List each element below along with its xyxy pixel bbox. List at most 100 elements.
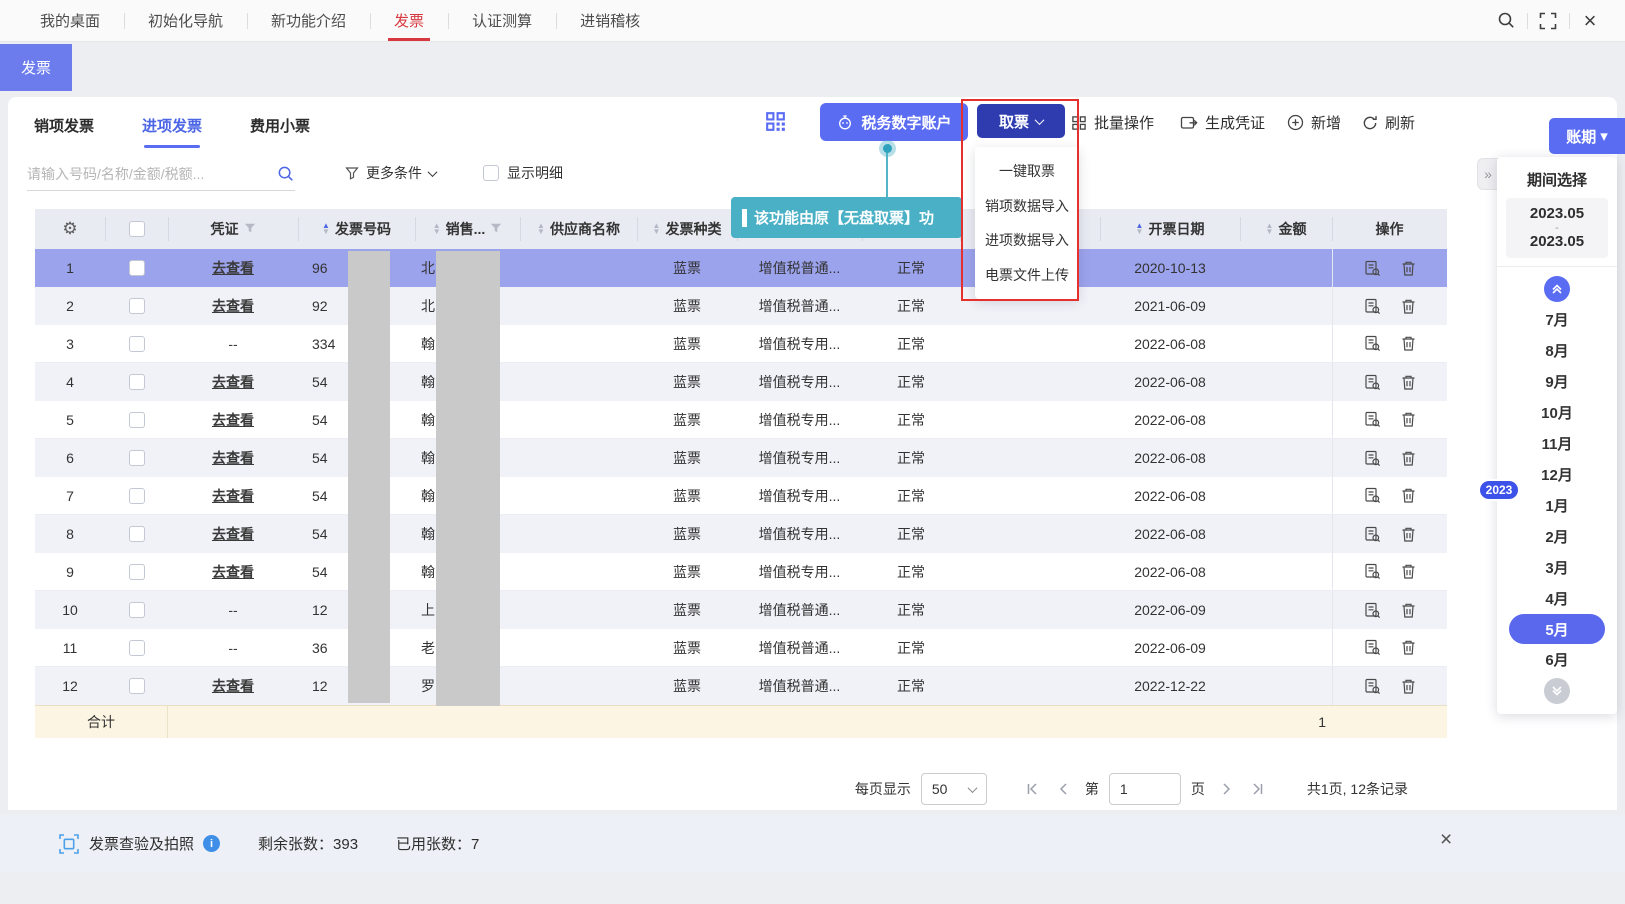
- view-voucher-icon[interactable]: [1364, 526, 1381, 543]
- page-number-input[interactable]: [1108, 773, 1181, 805]
- delete-icon[interactable]: [1401, 639, 1416, 656]
- row-checkbox[interactable]: [128, 563, 145, 580]
- dropdown-menu-item[interactable]: 销项数据导入: [975, 196, 1079, 216]
- row-checkbox[interactable]: [128, 411, 145, 428]
- tax-digital-account-button[interactable]: 税务数字账户: [820, 103, 968, 141]
- more-conditions-button[interactable]: 更多条件: [345, 163, 438, 183]
- last-page-icon[interactable]: [1247, 778, 1269, 800]
- search-input[interactable]: [27, 165, 277, 182]
- row-checkbox[interactable]: [128, 374, 145, 390]
- dropdown-menu-item[interactable]: 一键取票: [975, 161, 1079, 181]
- filter-funnel-icon[interactable]: [244, 221, 256, 237]
- sort-icons[interactable]: ▲ ▼: [1266, 222, 1274, 236]
- table-row[interactable]: 11 -- 36 老 蓝票 增值税普通... 正常 2022-06-09: [35, 629, 1447, 667]
- delete-icon[interactable]: [1401, 335, 1416, 352]
- first-page-icon[interactable]: [1021, 778, 1043, 800]
- voucher-link[interactable]: 去查看: [212, 676, 254, 696]
- row-checkbox[interactable]: [128, 526, 145, 542]
- col-invoice-kind[interactable]: ▲ ▼ 发票种类: [637, 209, 737, 249]
- month-item[interactable]: 6月: [1509, 644, 1605, 675]
- row-checkbox[interactable]: [128, 450, 145, 466]
- nav-tab[interactable]: 初始化导航 ×: [124, 0, 247, 41]
- view-voucher-icon[interactable]: [1364, 335, 1381, 352]
- show-detail-toggle[interactable]: 显示明细: [483, 163, 563, 183]
- view-voucher-icon[interactable]: [1364, 639, 1381, 656]
- nav-tab[interactable]: 发票 ×: [370, 0, 448, 41]
- voucher-link[interactable]: 去查看: [212, 448, 254, 468]
- delete-icon[interactable]: [1401, 526, 1416, 543]
- col-issue-date[interactable]: ▲ ▼ 开票日期: [1100, 209, 1240, 249]
- refresh-button[interactable]: 刷新: [1362, 112, 1415, 133]
- voucher-link[interactable]: 去查看: [212, 524, 254, 544]
- col-voucher[interactable]: 凭证: [168, 209, 298, 249]
- table-row[interactable]: 12 去查看 12 罗 蓝票 增值税普通... 正常 2022-12-22: [35, 667, 1447, 705]
- view-voucher-icon[interactable]: [1364, 411, 1381, 428]
- table-row[interactable]: 4 去查看 54 翰 蓝票 增值税专用... 正常 2022-06-08: [35, 363, 1447, 401]
- info-icon[interactable]: i: [203, 835, 221, 852]
- period-button[interactable]: 账期 ▾: [1549, 118, 1625, 154]
- month-item[interactable]: 7月: [1509, 304, 1605, 335]
- table-row[interactable]: 1 去查看 96 北 蓝票 增值税普通... 正常 2020-10-13: [35, 249, 1447, 287]
- search-icon[interactable]: [277, 165, 295, 183]
- month-item[interactable]: 1月: [1509, 490, 1605, 521]
- sort-icons[interactable]: ▲ ▼: [1136, 222, 1144, 236]
- table-row[interactable]: 9 去查看 54 翰 蓝票 增值税专用... 正常 2022-06-08: [35, 553, 1447, 591]
- view-voucher-icon[interactable]: [1364, 602, 1381, 619]
- month-item[interactable]: 3月: [1509, 552, 1605, 583]
- voucher-link[interactable]: --: [228, 336, 237, 352]
- view-voucher-icon[interactable]: [1364, 450, 1381, 467]
- per-page-select[interactable]: 50: [920, 773, 987, 805]
- qr-code-icon[interactable]: [763, 109, 788, 134]
- content-tab[interactable]: 进项发票: [140, 105, 204, 150]
- next-page-icon[interactable]: [1215, 778, 1237, 800]
- delete-icon[interactable]: [1401, 298, 1416, 315]
- table-row[interactable]: 6 去查看 54 翰 蓝票 增值税专用... 正常 2022-06-08: [35, 439, 1447, 477]
- view-voucher-icon[interactable]: [1364, 563, 1381, 580]
- nav-tab[interactable]: 我的桌面 ×: [16, 0, 124, 41]
- search-icon[interactable]: [1485, 0, 1527, 42]
- fullscreen-icon[interactable]: [1527, 0, 1569, 42]
- scroll-down-icon[interactable]: [1544, 678, 1570, 704]
- month-item[interactable]: 2月: [1509, 521, 1605, 552]
- voucher-link[interactable]: 去查看: [212, 258, 254, 278]
- month-item[interactable]: 11月: [1509, 428, 1605, 459]
- delete-icon[interactable]: [1401, 563, 1416, 580]
- delete-icon[interactable]: [1401, 450, 1416, 467]
- month-item[interactable]: 10月: [1509, 397, 1605, 428]
- table-row[interactable]: 2 去查看 92 北 蓝票 增值税普通... 正常 2021-06-09: [35, 287, 1447, 325]
- table-row[interactable]: 7 去查看 54 翰 蓝票 增值税专用... 正常 2022-06-08: [35, 477, 1447, 515]
- delete-icon[interactable]: [1401, 487, 1416, 504]
- col-seller[interactable]: ▲ ▼ 销售...: [415, 209, 520, 249]
- voucher-link[interactable]: --: [228, 602, 237, 618]
- table-row[interactable]: 3 -- 334 翰 蓝票 增值税专用... 正常 2022-06-08: [35, 325, 1447, 363]
- delete-icon[interactable]: [1401, 602, 1416, 619]
- month-item[interactable]: 12月: [1509, 459, 1605, 490]
- nav-tab[interactable]: 新功能介绍 ×: [247, 0, 370, 41]
- view-voucher-icon[interactable]: [1364, 678, 1381, 695]
- voucher-link[interactable]: 去查看: [212, 410, 254, 430]
- row-checkbox[interactable]: [128, 335, 145, 352]
- view-voucher-icon[interactable]: [1364, 260, 1381, 277]
- row-checkbox[interactable]: [128, 678, 145, 694]
- period-range[interactable]: 2023.05 - 2023.05: [1506, 198, 1608, 258]
- month-item[interactable]: 8月: [1509, 335, 1605, 366]
- month-item[interactable]: 4月: [1509, 583, 1605, 614]
- invoice-verify-entry[interactable]: 发票查验及拍照 i: [58, 833, 221, 855]
- col-invoice-no[interactable]: ▲ ▼ 发票号码: [298, 209, 415, 249]
- content-tab[interactable]: 费用小票: [248, 105, 312, 150]
- content-tab[interactable]: 销项发票: [32, 105, 96, 150]
- voucher-link[interactable]: 去查看: [212, 562, 254, 582]
- row-checkbox[interactable]: [128, 487, 145, 504]
- col-amount[interactable]: ▲ ▼ 金额: [1240, 209, 1332, 249]
- filter-funnel-icon[interactable]: [490, 221, 502, 237]
- add-new-button[interactable]: 新增: [1287, 112, 1341, 133]
- prev-page-icon[interactable]: [1053, 778, 1075, 800]
- page-tab-invoice[interactable]: 发票: [0, 44, 72, 91]
- view-voucher-icon[interactable]: [1364, 374, 1381, 391]
- show-detail-checkbox[interactable]: [483, 165, 499, 181]
- table-row[interactable]: 5 去查看 54 翰 蓝票 增值税专用... 正常 2022-06-08: [35, 401, 1447, 439]
- voucher-link[interactable]: 去查看: [212, 372, 254, 392]
- get-invoice-button[interactable]: 取票: [977, 104, 1065, 138]
- sort-icons[interactable]: ▲ ▼: [322, 222, 330, 236]
- close-icon[interactable]: ×: [1569, 0, 1611, 42]
